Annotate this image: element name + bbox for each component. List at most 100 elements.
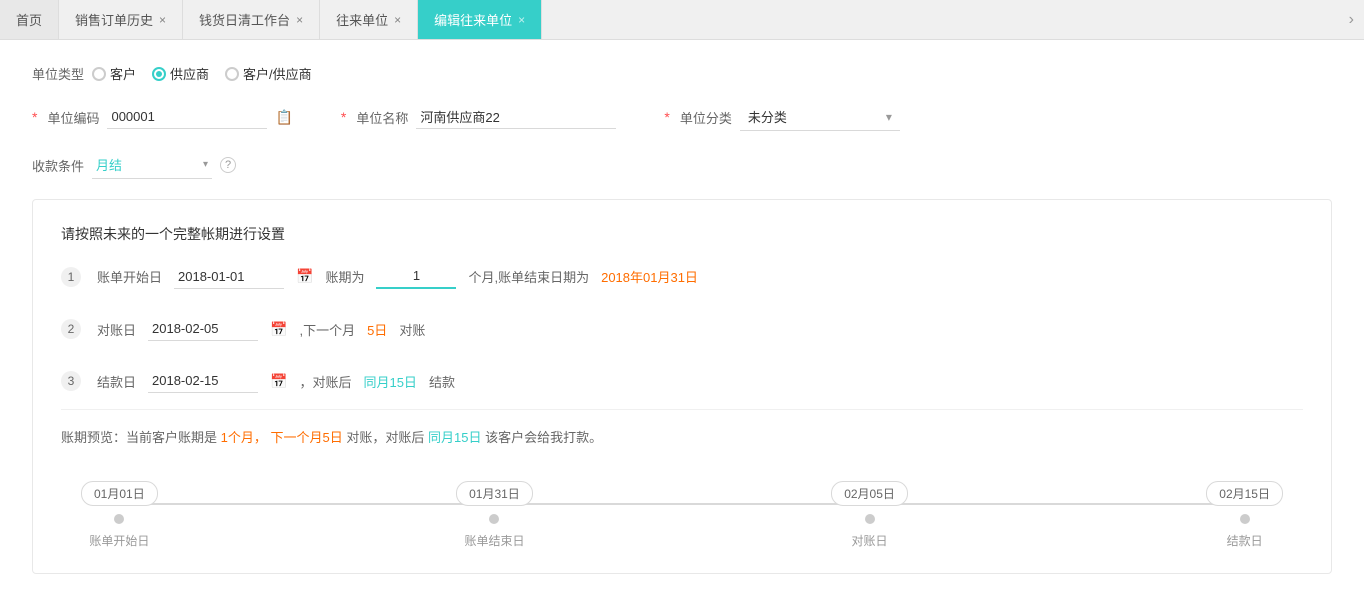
payment-condition-label: 收款条件 <box>32 156 84 175</box>
tab-expander[interactable]: › <box>1339 0 1364 39</box>
timeline-label-1: 01月01日 <box>81 481 158 506</box>
radio-both[interactable]: 客户/供应商 <box>225 64 312 83</box>
required-star-classify: * <box>664 109 669 125</box>
period-input[interactable] <box>376 264 456 289</box>
preview-part2: 下一个月5日 <box>271 430 343 445</box>
unit-code-label: 单位编码 <box>47 108 99 127</box>
timeline-point-4: 02月15日 结款日 <box>1206 481 1283 549</box>
tab-edit-partner[interactable]: 编辑往来单位 × <box>418 0 542 39</box>
timeline-desc-1: 账单开始日 <box>89 532 149 549</box>
timeline-point-1: 01月01日 账单开始日 <box>81 481 158 549</box>
preview-section: 账期预览：当前客户账期是 1个月， 下一个月5日 对账，对账后 同月15日 该客… <box>61 426 1303 449</box>
radio-supplier[interactable]: 供应商 <box>152 64 209 83</box>
unit-type-row: 单位类型 客户 供应商 客户/供应商 <box>32 64 1332 83</box>
tab-label-edit-partner: 编辑往来单位 <box>434 10 512 29</box>
payment-date-input[interactable] <box>148 369 258 393</box>
unit-info-row: * 单位编码 📋 * 单位名称 * 单位分类 未分类 ▾ <box>32 103 1332 131</box>
setting-row-2: 2 对账日 📅 ,下一个月 5日 对账 <box>61 317 1303 341</box>
row-num-1: 1 <box>61 267 81 287</box>
payment-suffix-pre: ，对账后 <box>299 372 351 391</box>
tab-label-partner: 往来单位 <box>336 10 388 29</box>
row-label-2: 对账日 <box>97 320 136 339</box>
reconcile-suffix-post: 对账 <box>399 320 425 339</box>
timeline-dot-1 <box>114 514 124 524</box>
row-num-3: 3 <box>61 371 81 391</box>
tab-label-sales-order: 销售订单历史 <box>75 10 153 29</box>
unit-classify-label: 单位分类 <box>680 108 732 127</box>
unit-name-input[interactable] <box>416 105 616 129</box>
timeline-points: 01月01日 账单开始日 01月31日 账单结束日 02月05日 对账日 <box>81 481 1283 549</box>
tab-label-home: 首页 <box>16 10 42 29</box>
main-content: 单位类型 客户 供应商 客户/供应商 * 单位编码 📋 * 单位名称 <box>0 40 1364 608</box>
radio-customer[interactable]: 客户 <box>92 64 136 83</box>
tab-label-cash-work: 钱货日清工作台 <box>199 10 290 29</box>
payment-suffix-highlight: 同月15日 <box>363 372 416 391</box>
chevron-down-icon-classify: ▾ <box>886 110 892 124</box>
field-group-classify: * 单位分类 未分类 ▾ <box>664 103 899 131</box>
period-label: 账期为 <box>325 267 364 286</box>
reconcile-suffix-highlight: 5日 <box>367 320 387 339</box>
unit-code-input[interactable] <box>107 105 267 129</box>
calendar-icon-start[interactable]: 📅 <box>296 268 313 285</box>
period-suffix: 个月,账单结束日期为 <box>468 267 589 286</box>
reconcile-suffix-pre: ,下一个月 <box>299 320 355 339</box>
required-star-name: * <box>341 109 346 125</box>
preview-mid: 对账，对账后 <box>346 430 424 445</box>
calendar-icon-payment[interactable]: 📅 <box>270 373 287 390</box>
radio-label-supplier: 供应商 <box>170 64 209 83</box>
row-label-3: 结款日 <box>97 372 136 391</box>
timeline-wrapper: 01月01日 账单开始日 01月31日 账单结束日 02月05日 对账日 <box>61 481 1303 549</box>
timeline-dot-2 <box>489 514 499 524</box>
tab-home[interactable]: 首页 <box>0 0 59 39</box>
required-star-code: * <box>32 109 37 125</box>
preview-prefix: 账期预览：当前客户账期是 <box>61 430 217 445</box>
payment-condition-row: 收款条件 月结 ▾ ? <box>32 151 1332 179</box>
preview-part1: 1个月， <box>221 430 267 445</box>
chevron-down-icon-payment: ▾ <box>203 159 208 170</box>
radio-label-both: 客户/供应商 <box>243 64 312 83</box>
preview-part3: 同月15日 <box>428 430 481 445</box>
end-date-highlight: 2018年01月31日 <box>601 267 698 286</box>
setting-row-1: 1 账单开始日 📅 账期为 个月,账单结束日期为 2018年01月31日 <box>61 264 1303 289</box>
radio-circle-supplier <box>152 67 166 81</box>
payment-condition-select[interactable]: 月结 ▾ <box>92 151 212 179</box>
unit-name-label: 单位名称 <box>356 108 408 127</box>
settings-title: 请按照未来的一个完整帐期进行设置 <box>61 224 1303 244</box>
row-label-1: 账单开始日 <box>97 267 162 286</box>
unit-type-label: 单位类型 <box>32 64 84 83</box>
radio-label-customer: 客户 <box>110 64 136 83</box>
row-num-2: 2 <box>61 319 81 339</box>
settings-box: 请按照未来的一个完整帐期进行设置 1 账单开始日 📅 账期为 个月,账单结束日期… <box>32 199 1332 574</box>
radio-circle-customer <box>92 67 106 81</box>
close-icon-sales-order[interactable]: × <box>159 13 166 27</box>
close-icon-cash-work[interactable]: × <box>296 13 303 27</box>
timeline-desc-3: 对账日 <box>852 532 888 549</box>
classify-select-dropdown[interactable]: 未分类 ▾ <box>740 103 900 131</box>
field-group-name: * 单位名称 <box>341 105 616 129</box>
tab-partner[interactable]: 往来单位 × <box>320 0 418 39</box>
close-icon-edit-partner[interactable]: × <box>518 13 525 27</box>
start-date-input[interactable] <box>174 265 284 289</box>
reconcile-date-input[interactable] <box>148 317 258 341</box>
timeline-point-3: 02月05日 对账日 <box>831 481 908 549</box>
calendar-icon-reconcile[interactable]: 📅 <box>270 321 287 338</box>
payment-condition-value: 月结 <box>96 155 199 174</box>
calendar-icon-code[interactable]: 📋 <box>275 109 292 126</box>
divider <box>61 409 1303 410</box>
tab-sales-order[interactable]: 销售订单历史 × <box>59 0 183 39</box>
timeline-label-2: 01月31日 <box>456 481 533 506</box>
tab-bar: 首页 销售订单历史 × 钱货日清工作台 × 往来单位 × 编辑往来单位 × › <box>0 0 1364 40</box>
timeline-label-4: 02月15日 <box>1206 481 1283 506</box>
classify-select-value: 未分类 <box>748 107 878 126</box>
timeline-dot-3 <box>865 514 875 524</box>
tab-cash-work[interactable]: 钱货日清工作台 × <box>183 0 320 39</box>
help-icon[interactable]: ? <box>220 157 236 173</box>
timeline-point-2: 01月31日 账单结束日 <box>456 481 533 549</box>
timeline-label-3: 02月05日 <box>831 481 908 506</box>
close-icon-partner[interactable]: × <box>394 13 401 27</box>
payment-suffix-post: 结款 <box>429 372 455 391</box>
preview-suffix: 该客户会给我打款。 <box>485 430 602 445</box>
field-group-code: * 单位编码 📋 <box>32 105 293 129</box>
radio-group-unit-type: 客户 供应商 客户/供应商 <box>92 64 312 83</box>
radio-circle-both <box>225 67 239 81</box>
